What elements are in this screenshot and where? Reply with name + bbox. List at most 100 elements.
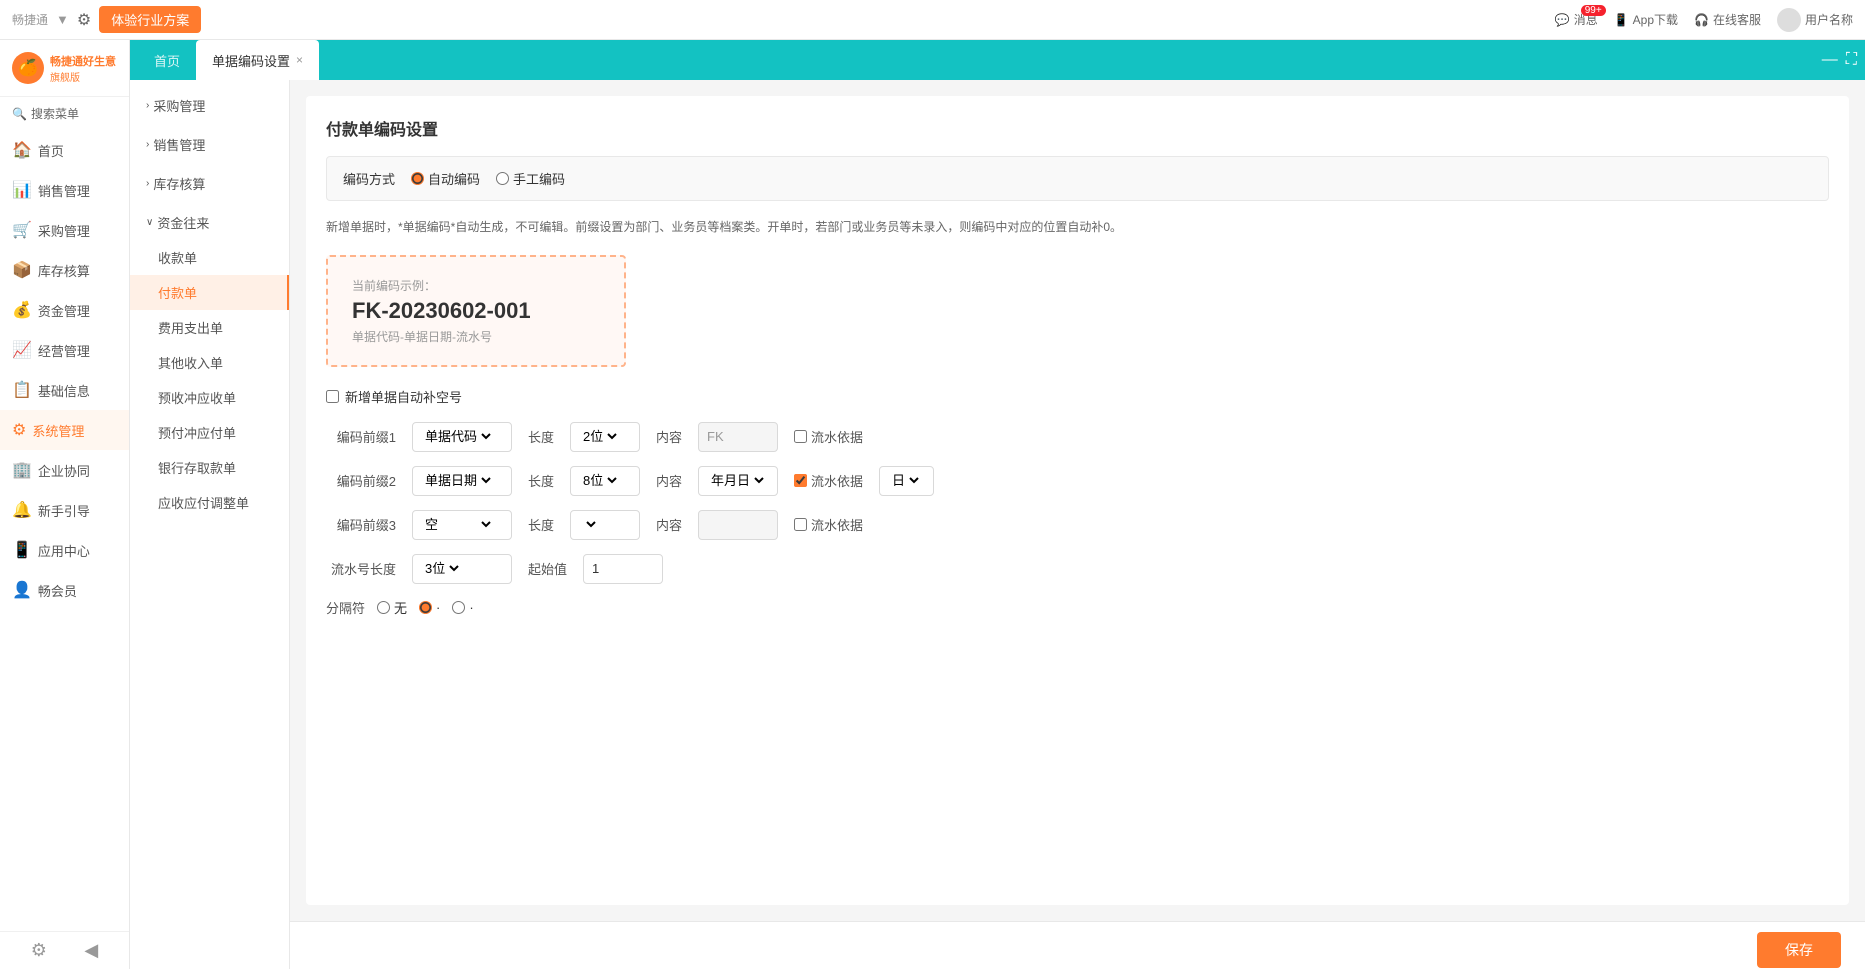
sub-menu-item-prepay-recv[interactable]: 预收冲应收单 [130, 380, 289, 415]
chevron-right-icon: › [146, 178, 149, 189]
serial-follow3-checkbox[interactable] [794, 518, 807, 531]
sub-menu-title-inventory[interactable]: › 库存核算 [130, 166, 289, 201]
sub-menu-item-other-income[interactable]: 其他收入单 [130, 345, 289, 380]
sidebar-item-guide[interactable]: 🔔 新手引导 [0, 490, 129, 530]
settings-icon[interactable]: ⚙ [77, 10, 91, 30]
auto-fill-checkbox[interactable] [326, 390, 339, 403]
top-bar: 畅捷通 ▼ ⚙ 体验行业方案 💬 消息 99+ 📱 App下载 🎧 在线客服 用… [0, 0, 1865, 40]
length1-select[interactable]: 2位 4位 [570, 422, 640, 452]
sidebar-item-appcenter[interactable]: 📱 应用中心 [0, 530, 129, 570]
message-icon: 💬 [1555, 13, 1570, 27]
prefix3-select-input[interactable]: 空 单据代码 单据日期 部门 业务员 [421, 516, 494, 533]
auto-code-label: 自动编码 [428, 169, 480, 188]
prefix1-select-input[interactable]: 单据代码 单据日期 空 部门 业务员 [421, 428, 494, 445]
bottom-settings-btn[interactable]: ⚙ [31, 940, 47, 961]
sub-menu-title-funds[interactable]: ∨ 资金往来 [130, 205, 289, 240]
auto-code-radio-label[interactable]: 自动编码 [411, 169, 480, 188]
manual-code-radio[interactable] [496, 172, 509, 185]
sidebar-item-enterprise[interactable]: 🏢 企业协同 [0, 450, 129, 490]
app-download-label: App下载 [1633, 11, 1678, 28]
sidebar-item-inventory[interactable]: 📦 库存核算 [0, 250, 129, 290]
app-download-btn[interactable]: 📱 App下载 [1614, 11, 1678, 28]
logo-text: 畅捷通好生意 旗舰版 [50, 53, 116, 84]
manual-code-radio-label[interactable]: 手工编码 [496, 169, 565, 188]
prefix1-select[interactable]: 单据代码 单据日期 空 部门 业务员 [412, 422, 512, 452]
sidebar-search[interactable]: 🔍 搜索菜单 [0, 97, 129, 130]
sidebar-item-purchase[interactable]: 🛒 采购管理 [0, 210, 129, 250]
sep-dot-label[interactable]: · [419, 600, 440, 615]
sub-sidebar: › 采购管理 › 销售管理 › 库存核算 [130, 80, 290, 969]
chevron-down-icon[interactable]: ▼ [56, 12, 69, 27]
encoding-method-section: 编码方式 自动编码 手工编码 [326, 156, 1829, 201]
content3-input[interactable] [698, 510, 778, 540]
sidebar-item-sales[interactable]: 📊 销售管理 [0, 170, 129, 210]
bottom-collapse-btn[interactable]: ◀ [84, 940, 98, 961]
prefix3-select[interactable]: 空 单据代码 单据日期 部门 业务员 [412, 510, 512, 540]
top-bar-left: 畅捷通 ▼ ⚙ 体验行业方案 [12, 6, 1547, 33]
tab-close-icon[interactable]: × [296, 53, 303, 67]
user-menu[interactable]: 用户名称 [1777, 8, 1853, 32]
prefix2-select[interactable]: 单据日期 单据代码 空 部门 业务员 [412, 466, 512, 496]
message-btn[interactable]: 💬 消息 99+ [1555, 11, 1598, 28]
length2-label: 长度 [528, 471, 554, 490]
sub-menu-item-receipt[interactable]: 收款单 [130, 240, 289, 275]
message-badge: 99+ [1581, 5, 1606, 16]
tab-minimize-icon[interactable]: — [1822, 51, 1838, 69]
tab-bar: 首页 单据编码设置 × — ⛶ [130, 40, 1865, 80]
sidebar-item-basic[interactable]: 📋 基础信息 [0, 370, 129, 410]
start-value-input[interactable] [583, 554, 663, 584]
sidebar-item-operation[interactable]: 📈 经营管理 [0, 330, 129, 370]
online-service-btn[interactable]: 🎧 在线客服 [1694, 11, 1761, 28]
sub-menu-purchase: › 采购管理 [130, 88, 289, 123]
auto-code-radio[interactable] [411, 172, 424, 185]
length3-select[interactable] [570, 510, 640, 540]
day-select-input[interactable]: 日 月 [888, 472, 922, 489]
sep-dot-radio[interactable] [419, 601, 432, 614]
day-select[interactable]: 日 月 [879, 466, 934, 496]
sep-dash-radio[interactable] [452, 601, 465, 614]
content3-label: 内容 [656, 515, 682, 534]
sub-menu-item-prepay-pay[interactable]: 预付冲应付单 [130, 415, 289, 450]
tab-maximize-icon[interactable]: ⛶ [1846, 51, 1857, 69]
length2-select[interactable]: 8位 6位 [570, 466, 640, 496]
serial-length-row: 流水号长度 3位 4位 5位 起始值 [326, 554, 1829, 584]
sep-none-label[interactable]: 无 [377, 598, 407, 617]
chevron-right-icon: › [146, 139, 149, 150]
serial-follow1-checkbox[interactable] [794, 430, 807, 443]
tab-home[interactable]: 首页 [138, 40, 196, 80]
sidebar-item-system[interactable]: ⚙ 系统管理 [0, 410, 129, 450]
tab-document-code[interactable]: 单据编码设置 × [196, 40, 319, 80]
length3-select-input[interactable] [579, 516, 599, 533]
encoding-method-label: 编码方式 [343, 169, 395, 188]
sub-menu-item-payment[interactable]: 付款单 [130, 275, 289, 310]
sidebar: 🍊 畅捷通好生意 旗舰版 🔍 搜索菜单 🏠 首页 📊 销售管理 🛒 采购管理 📦… [0, 40, 130, 969]
sep-none-radio[interactable] [377, 601, 390, 614]
prefix2-select-input[interactable]: 单据日期 单据代码 空 部门 业务员 [421, 472, 494, 489]
sidebar-item-finance[interactable]: 💰 资金管理 [0, 290, 129, 330]
auto-fill-label: 新增单据自动补空号 [345, 387, 462, 406]
length2-select-input[interactable]: 8位 6位 [579, 472, 620, 489]
search-icon: 🔍 [12, 107, 27, 121]
sub-menu-title-sales[interactable]: › 销售管理 [130, 127, 289, 162]
content1-input[interactable] [698, 422, 778, 452]
sep-dash-label[interactable]: · [452, 600, 473, 615]
serial-follow2-checkbox[interactable] [794, 474, 807, 487]
sub-menu-item-ar-adjust[interactable]: 应收应付调整单 [130, 485, 289, 520]
industry-btn[interactable]: 体验行业方案 [99, 6, 201, 33]
content2-select-input[interactable]: 年月日 年月 年 [707, 472, 767, 489]
sidebar-item-member[interactable]: 👤 畅会员 [0, 570, 129, 610]
sub-menu-title-purchase[interactable]: › 采购管理 [130, 88, 289, 123]
length1-select-input[interactable]: 2位 4位 [579, 428, 620, 445]
serial-length-select-input[interactable]: 3位 4位 5位 [421, 560, 462, 577]
sub-menu-item-bank[interactable]: 银行存取款单 [130, 450, 289, 485]
sidebar-item-label: 库存核算 [38, 261, 90, 280]
save-button[interactable]: 保存 [1757, 932, 1841, 968]
serial-length-select[interactable]: 3位 4位 5位 [412, 554, 512, 584]
finance-icon: 💰 [12, 300, 32, 320]
sub-menu-item-expense[interactable]: 费用支出单 [130, 310, 289, 345]
sidebar-item-label: 销售管理 [38, 181, 90, 200]
prefix2-row: 编码前缀2 单据日期 单据代码 空 部门 业务员 长度 [326, 466, 1829, 496]
content2-select[interactable]: 年月日 年月 年 [698, 466, 778, 496]
sidebar-item-home[interactable]: 🏠 首页 [0, 130, 129, 170]
length1-label: 长度 [528, 427, 554, 446]
